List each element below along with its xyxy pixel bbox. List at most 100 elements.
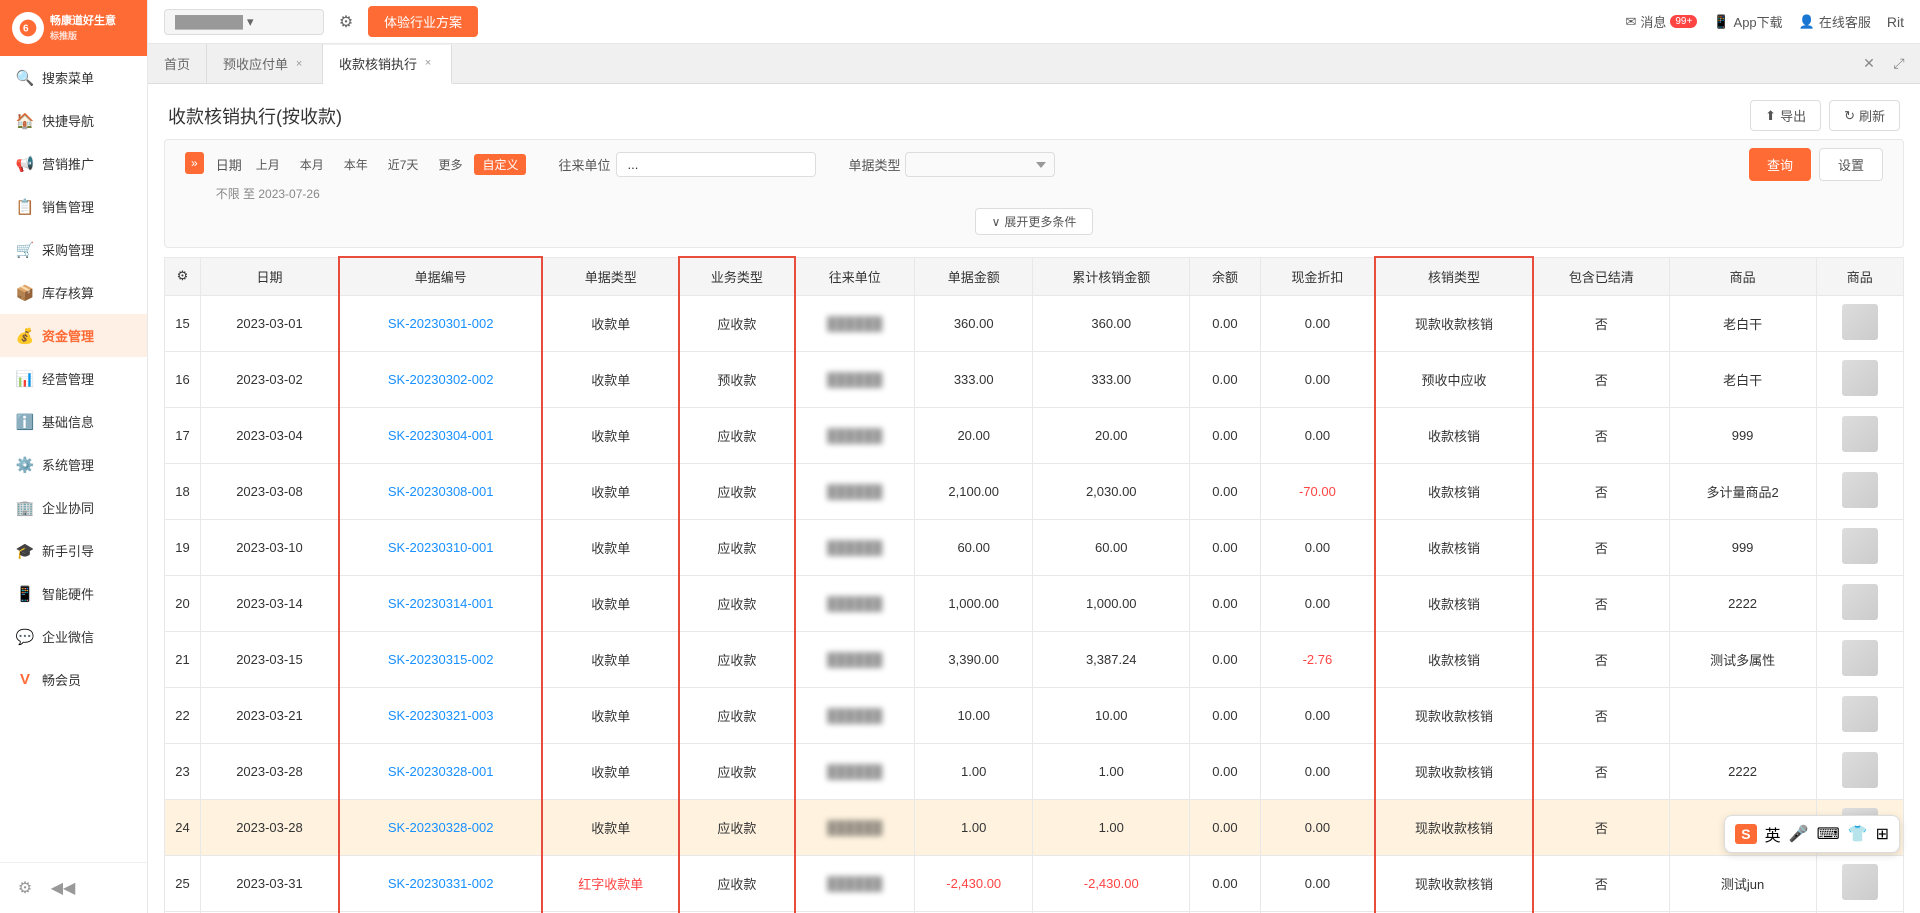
cell-biz-type: 应收款 [679, 408, 794, 464]
cell-amount: 60.00 [914, 520, 1033, 576]
cell-date: 2023-03-08 [201, 464, 339, 520]
last-month-tab[interactable]: 上月 [248, 154, 288, 175]
cell-cash-discount: 0.00 [1260, 408, 1375, 464]
tab-collection-exec[interactable]: 收款核销执行 × [323, 45, 452, 84]
tab-collection-exec-close[interactable]: × [421, 56, 435, 70]
sidebar-item-guide[interactable]: 🎓 新手引导 [0, 529, 147, 572]
settings-button[interactable]: 设置 [1819, 148, 1883, 181]
this-month-tab[interactable]: 本月 [292, 154, 332, 175]
cell-amount: 20.00 [914, 408, 1033, 464]
cell-voucher-type: 收款单 [542, 744, 679, 800]
sidebar-item-label: 搜索菜单 [42, 68, 94, 87]
query-button[interactable]: 查询 [1749, 148, 1811, 181]
sidebar-item-inventory[interactable]: 📦 库存核算 [0, 271, 147, 314]
english-icon[interactable]: 英 [1765, 822, 1781, 846]
clipboard-icon: 📋 [16, 198, 34, 216]
sidebar: 6 畅康道好生意 标推版 🔍 搜索菜单 🏠 快捷导航 📢 营销推广 📋 销售管理… [0, 0, 148, 913]
refresh-button[interactable]: ↻ 刷新 [1829, 100, 1900, 131]
cell-voucher-no[interactable]: SK-20230321-003 [339, 688, 543, 744]
cell-voucher-no[interactable]: SK-20230302-002 [339, 352, 543, 408]
custom-tab[interactable]: 自定义 [474, 154, 526, 175]
cell-cash-discount: 0.00 [1260, 352, 1375, 408]
keyboard-icon[interactable]: ⌨ [1817, 824, 1840, 844]
sidebar-item-label: 资金管理 [42, 326, 94, 345]
sidebar-item-hardware[interactable]: 📱 智能硬件 [0, 572, 147, 615]
th-gear[interactable]: ⚙ [165, 257, 201, 296]
more-tab[interactable]: 更多 [430, 154, 470, 175]
cell-amount: 333.00 [914, 352, 1033, 408]
cell-voucher-no[interactable]: SK-20230315-002 [339, 632, 543, 688]
sidebar-item-basic[interactable]: ℹ️ 基础信息 [0, 400, 147, 443]
tab-pre-payment-close[interactable]: × [292, 57, 306, 71]
cell-voucher-no[interactable]: SK-20230328-001 [339, 744, 543, 800]
table-row: 172023-03-04SK-20230304-001收款单应收款██████2… [165, 408, 1904, 464]
sogou-icon[interactable]: S [1735, 824, 1756, 844]
sidebar-item-system[interactable]: ⚙️ 系统管理 [0, 443, 147, 486]
cell-voucher-type: 收款单 [542, 352, 679, 408]
cell-biz-type: 应收款 [679, 744, 794, 800]
sidebar-item-sales[interactable]: 📋 销售管理 [0, 185, 147, 228]
counterpart-input[interactable] [616, 152, 816, 177]
cell-writeoff-type: 收款核销 [1375, 632, 1533, 688]
user-info[interactable]: Rit [1887, 14, 1904, 30]
sidebar-item-label: 智能硬件 [42, 584, 94, 603]
tab-home[interactable]: 首页 [148, 44, 207, 83]
th-balance: 余额 [1190, 257, 1261, 296]
cell-voucher-no[interactable]: SK-20230301-002 [339, 296, 543, 352]
cell-amount: 2,100.00 [914, 464, 1033, 520]
sidebar-item-purchase[interactable]: 🛒 采购管理 [0, 228, 147, 271]
collapse-icon[interactable]: ◀◀ [48, 873, 78, 903]
expand-more-row: ∨ 展开更多条件 [185, 208, 1883, 235]
cell-voucher-no[interactable]: SK-20230331-002 [339, 856, 543, 912]
cell-writeoff-type: 预收中应收 [1375, 352, 1533, 408]
voucher-type-select[interactable] [905, 152, 1055, 177]
cell-no: 22 [165, 688, 201, 744]
tab-maximize-icon[interactable]: ⤢ [1886, 51, 1912, 77]
sidebar-item-member[interactable]: V 畅会员 [0, 658, 147, 701]
sidebar-item-search[interactable]: 🔍 搜索菜单 [0, 56, 147, 99]
tab-pre-payment[interactable]: 预收应付单 × [207, 44, 323, 83]
cell-product: 多计量商品2 [1669, 464, 1816, 520]
grid-icon[interactable]: ⊞ [1876, 824, 1889, 844]
message-item[interactable]: ✉ 消息 99+ [1625, 12, 1697, 31]
sidebar-item-marketing[interactable]: 📢 营销推广 [0, 142, 147, 185]
last-7-days-tab[interactable]: 近7天 [380, 154, 427, 175]
cell-product: 2222 [1669, 576, 1816, 632]
date-label: 日期 [216, 155, 242, 174]
sidebar-item-operation[interactable]: 📊 经营管理 [0, 357, 147, 400]
cell-biz-type: 应收款 [679, 576, 794, 632]
sidebar-item-wechat[interactable]: 💬 企业微信 [0, 615, 147, 658]
header-right: ✉ 消息 99+ 📱 App下载 👤 在线客服 Rit [1625, 12, 1904, 31]
phone-icon: 📱 [1713, 14, 1729, 30]
expand-more-btn[interactable]: ∨ 展开更多条件 [975, 208, 1094, 235]
export-button[interactable]: ⬆ 导出 [1750, 100, 1821, 131]
settings-icon[interactable]: ⚙ [10, 873, 40, 903]
cell-counterpart: ██████ [795, 352, 915, 408]
cell-voucher-no[interactable]: SK-20230328-002 [339, 800, 543, 856]
tab-close-all-icon[interactable]: ✕ [1856, 51, 1882, 77]
app-download-item[interactable]: 📱 App下载 [1713, 12, 1782, 31]
table-row: 242023-03-28SK-20230328-002收款单应收款██████1… [165, 800, 1904, 856]
cell-voucher-no[interactable]: SK-20230308-001 [339, 464, 543, 520]
skin-icon[interactable]: 👕 [1848, 824, 1868, 844]
cell-no: 23 [165, 744, 201, 800]
cell-cash-discount: 0.00 [1260, 688, 1375, 744]
home-icon: 🏠 [16, 112, 34, 130]
sidebar-item-quick-nav[interactable]: 🏠 快捷导航 [0, 99, 147, 142]
cell-counterpart: ██████ [795, 688, 915, 744]
solution-button[interactable]: 体验行业方案 [368, 6, 478, 37]
sidebar-item-finance[interactable]: 💰 资金管理 [0, 314, 147, 357]
online-service-item[interactable]: 👤 在线客服 [1799, 12, 1871, 31]
filter-expand-arrow[interactable]: » [185, 152, 204, 174]
voucher-type-label: 单据类型 [848, 155, 900, 174]
system-icon: ⚙️ [16, 456, 34, 474]
mic-icon[interactable]: 🎤 [1789, 824, 1809, 844]
cell-voucher-no[interactable]: SK-20230304-001 [339, 408, 543, 464]
cell-voucher-no[interactable]: SK-20230310-001 [339, 520, 543, 576]
workspace-selector[interactable]: ████████ ▾ [164, 9, 324, 35]
cell-cash-discount: 0.00 [1260, 856, 1375, 912]
gear-button[interactable]: ⚙ [332, 8, 360, 36]
this-year-tab[interactable]: 本年 [336, 154, 376, 175]
cell-voucher-no[interactable]: SK-20230314-001 [339, 576, 543, 632]
sidebar-item-corp[interactable]: 🏢 企业协同 [0, 486, 147, 529]
